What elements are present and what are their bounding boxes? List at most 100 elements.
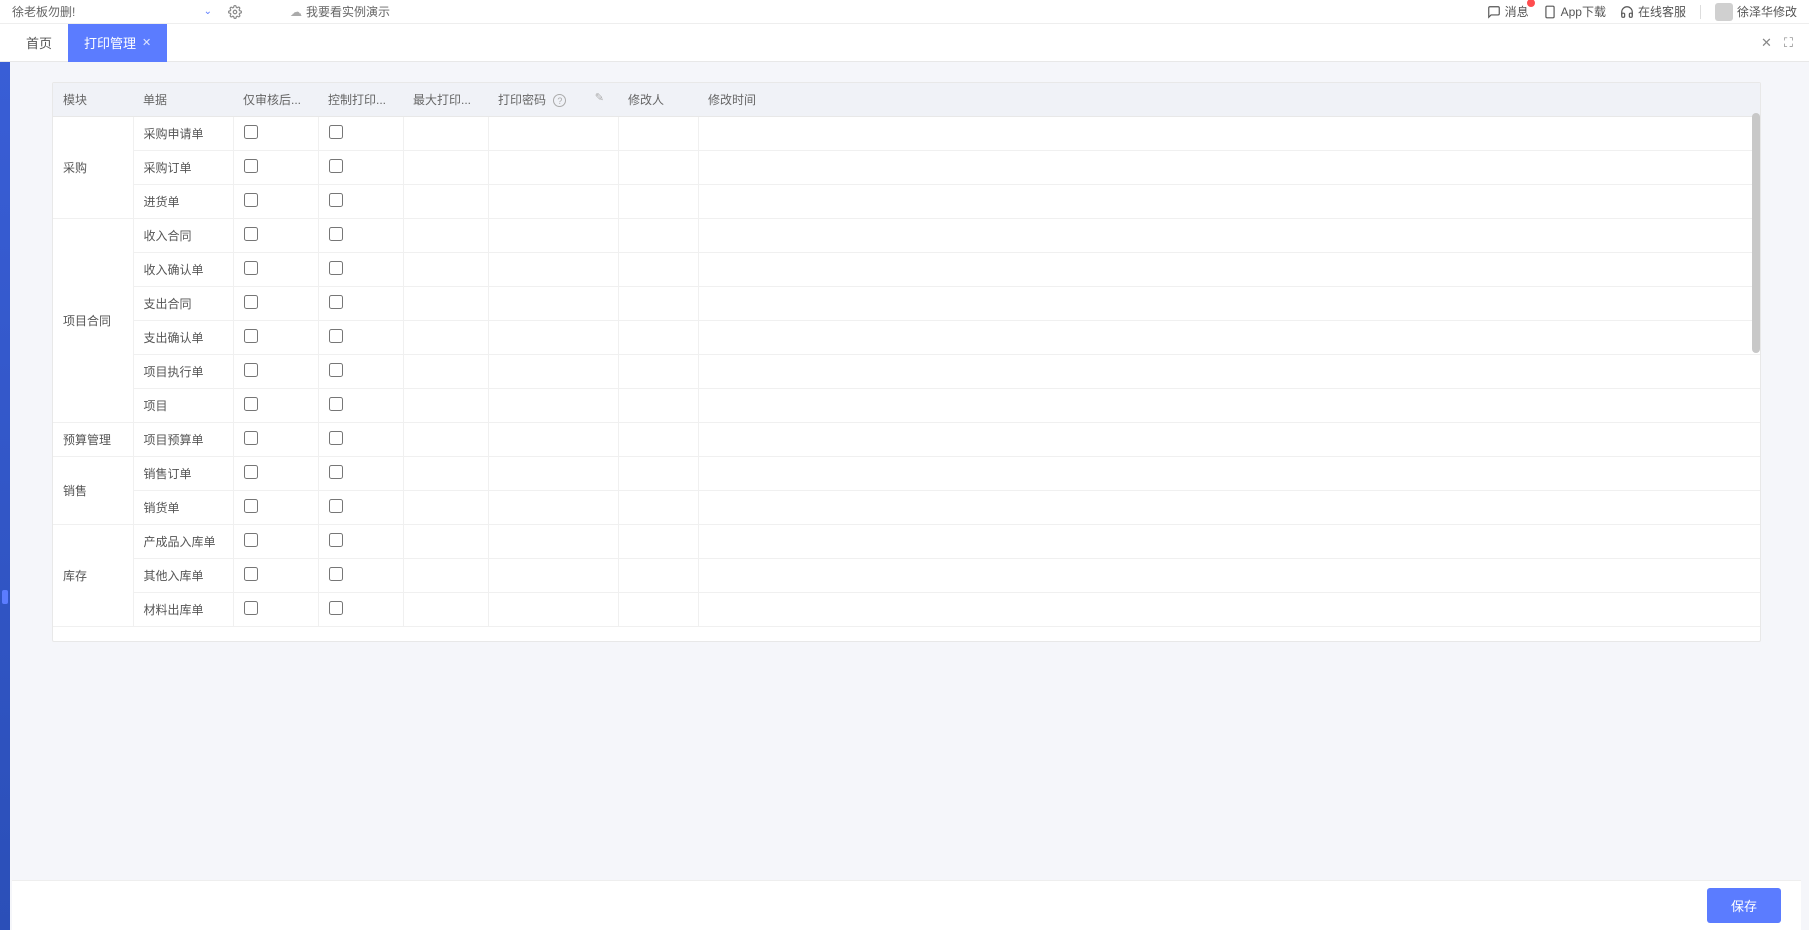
cell-modify-time: [698, 559, 1760, 593]
edit-icon[interactable]: ✎: [595, 91, 604, 104]
app-download-link[interactable]: App下载: [1543, 3, 1606, 20]
audit-checkbox[interactable]: [244, 431, 258, 445]
audit-checkbox[interactable]: [244, 363, 258, 377]
audit-checkbox[interactable]: [244, 397, 258, 411]
fullscreen-icon[interactable]: ⛶: [1784, 35, 1793, 51]
control-checkbox[interactable]: [329, 363, 343, 377]
cell-module: 项目合同: [53, 219, 133, 423]
cell-module: 库存: [53, 525, 133, 627]
cell-modify-time: [698, 389, 1760, 423]
table-row: 销货单: [53, 491, 1760, 525]
audit-checkbox[interactable]: [244, 125, 258, 139]
audit-checkbox[interactable]: [244, 465, 258, 479]
cell-modify-time: [698, 593, 1760, 627]
scrollbar[interactable]: [1752, 113, 1760, 353]
control-checkbox[interactable]: [329, 601, 343, 615]
audit-checkbox[interactable]: [244, 159, 258, 173]
cell-audit-checkbox: [233, 219, 318, 253]
cell-module: 销售: [53, 457, 133, 525]
cell-password: [488, 287, 618, 321]
messages-link[interactable]: 消息: [1487, 3, 1529, 20]
table-row: 销售销售订单: [53, 457, 1760, 491]
cell-modify-time: [698, 185, 1760, 219]
audit-checkbox[interactable]: [244, 329, 258, 343]
control-checkbox[interactable]: [329, 227, 343, 241]
audit-checkbox[interactable]: [244, 295, 258, 309]
cell-document: 材料出库单: [133, 593, 233, 627]
messages-text: 消息: [1505, 3, 1529, 20]
table-row: 采购采购申请单: [53, 117, 1760, 151]
demo-link-text: 我要看实例演示: [306, 3, 390, 20]
cell-max-print: [403, 321, 488, 355]
cell-modify-time: [698, 253, 1760, 287]
table-header-row: 模块 单据 仅审核后... 控制打印... 最大打印... 打印密码 ? ✎ 修…: [53, 83, 1760, 117]
gear-icon[interactable]: [228, 4, 242, 20]
cell-audit-checkbox: [233, 525, 318, 559]
close-all-icon[interactable]: ✕: [1761, 35, 1772, 51]
cell-password: [488, 185, 618, 219]
user-menu[interactable]: 徐泽华修改: [1715, 3, 1797, 21]
tab-bar: 首页 打印管理 ✕ ✕ ⛶: [0, 24, 1809, 62]
control-checkbox[interactable]: [329, 261, 343, 275]
cell-document: 采购申请单: [133, 117, 233, 151]
help-icon[interactable]: ?: [553, 94, 566, 107]
tab-print-management[interactable]: 打印管理 ✕: [68, 24, 167, 62]
audit-checkbox[interactable]: [244, 193, 258, 207]
cell-password: [488, 253, 618, 287]
cell-control-checkbox: [318, 389, 403, 423]
tab-home[interactable]: 首页: [10, 24, 68, 62]
table-row: 进货单: [53, 185, 1760, 219]
audit-checkbox[interactable]: [244, 499, 258, 513]
top-right: 消息 App下载 在线客服 徐泽华修改: [1487, 3, 1797, 21]
audit-checkbox[interactable]: [244, 261, 258, 275]
audit-checkbox[interactable]: [244, 533, 258, 547]
cell-password: [488, 117, 618, 151]
table-row: 收入确认单: [53, 253, 1760, 287]
close-icon[interactable]: ✕: [142, 36, 151, 49]
control-checkbox[interactable]: [329, 465, 343, 479]
cell-modifier: [618, 355, 698, 389]
control-checkbox[interactable]: [329, 567, 343, 581]
account-dropdown[interactable]: 徐老板勿删! ⌄: [12, 3, 212, 20]
control-checkbox[interactable]: [329, 329, 343, 343]
cell-audit-checkbox: [233, 491, 318, 525]
cell-password: [488, 491, 618, 525]
control-checkbox[interactable]: [329, 295, 343, 309]
control-checkbox[interactable]: [329, 397, 343, 411]
cell-control-checkbox: [318, 253, 403, 287]
cell-password: [488, 389, 618, 423]
cell-password: [488, 151, 618, 185]
table-wrapper: 模块 单据 仅审核后... 控制打印... 最大打印... 打印密码 ? ✎ 修…: [52, 82, 1761, 642]
cell-max-print: [403, 185, 488, 219]
th-max-print: 最大打印...: [403, 83, 488, 117]
th-audit-only: 仅审核后...: [233, 83, 318, 117]
cell-audit-checkbox: [233, 389, 318, 423]
online-service-link[interactable]: 在线客服: [1620, 3, 1686, 20]
audit-checkbox[interactable]: [244, 227, 258, 241]
table-row: 项目执行单: [53, 355, 1760, 389]
app-download-text: App下载: [1561, 3, 1606, 20]
cell-max-print: [403, 389, 488, 423]
cell-password: [488, 219, 618, 253]
cell-document: 支出确认单: [133, 321, 233, 355]
cell-module: 采购: [53, 117, 133, 219]
control-checkbox[interactable]: [329, 499, 343, 513]
control-checkbox[interactable]: [329, 159, 343, 173]
control-checkbox[interactable]: [329, 533, 343, 547]
cell-document: 销货单: [133, 491, 233, 525]
cell-modifier: [618, 491, 698, 525]
cloud-icon: ☁: [290, 5, 302, 19]
cell-max-print: [403, 151, 488, 185]
cell-modifier: [618, 559, 698, 593]
control-checkbox[interactable]: [329, 431, 343, 445]
control-checkbox[interactable]: [329, 193, 343, 207]
content-area: 模块 单据 仅审核后... 控制打印... 最大打印... 打印密码 ? ✎ 修…: [12, 62, 1801, 880]
audit-checkbox[interactable]: [244, 601, 258, 615]
audit-checkbox[interactable]: [244, 567, 258, 581]
cell-document: 进货单: [133, 185, 233, 219]
cell-modifier: [618, 253, 698, 287]
save-button[interactable]: 保存: [1707, 888, 1781, 923]
cell-document: 项目执行单: [133, 355, 233, 389]
demo-link[interactable]: ☁ 我要看实例演示: [290, 3, 390, 20]
control-checkbox[interactable]: [329, 125, 343, 139]
